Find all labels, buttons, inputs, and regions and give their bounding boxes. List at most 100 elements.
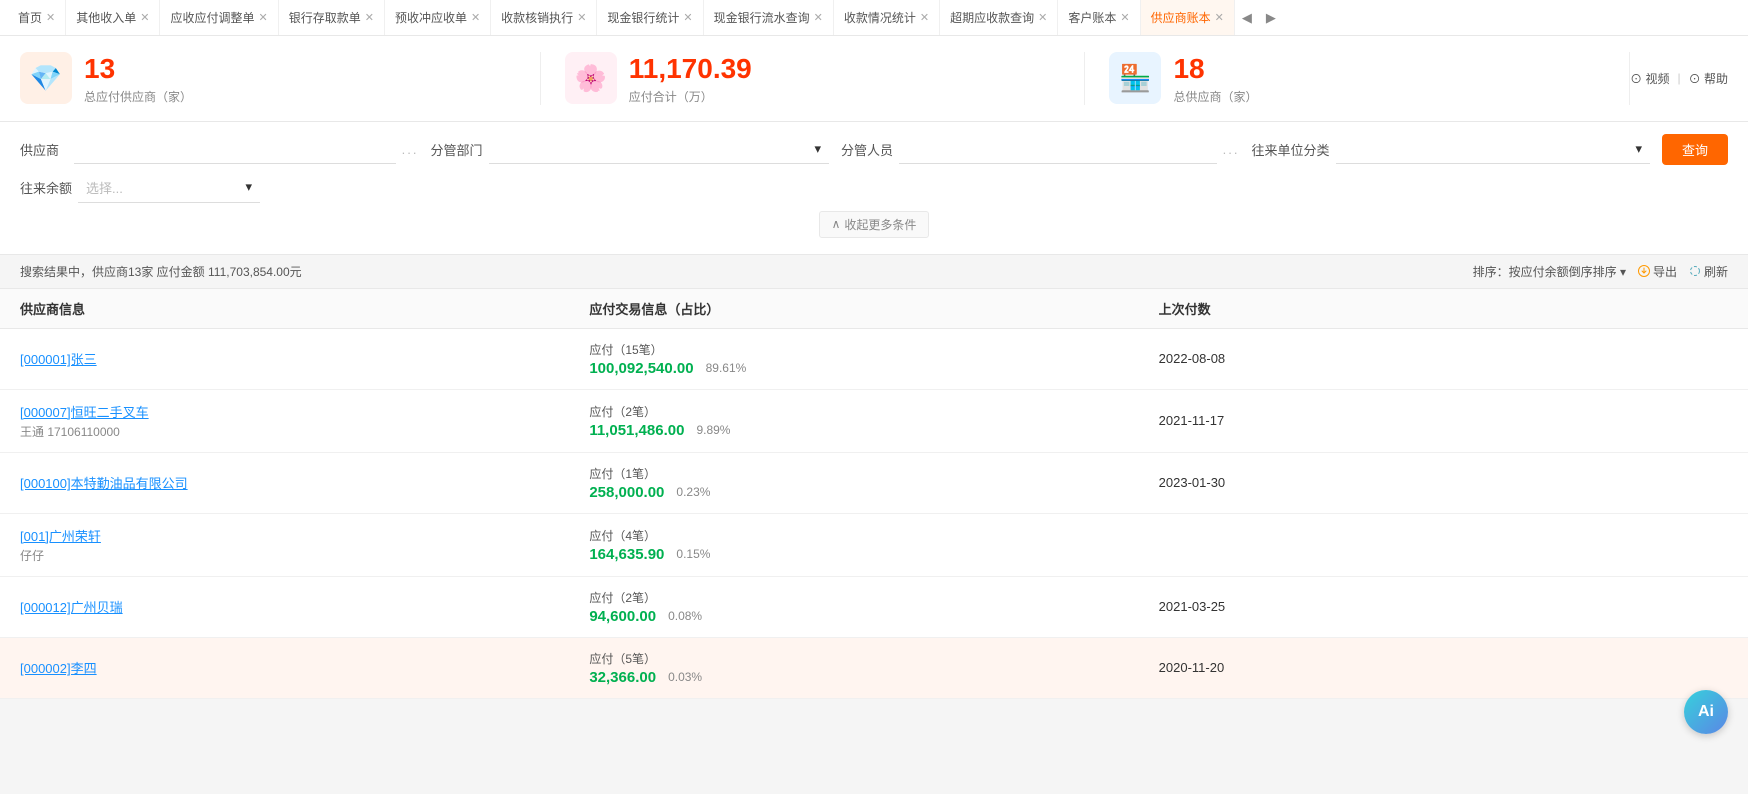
- supplier-cell-6: [000002]李四: [20, 658, 589, 677]
- nav-next-arrow[interactable]: ▶: [1259, 0, 1283, 36]
- col-last-pay: 上次付数: [1159, 299, 1728, 318]
- tx-label-6: 应付（5笔）: [589, 650, 1158, 667]
- filter-person: 分管人员 ...: [841, 134, 1240, 164]
- nav-prev-arrow[interactable]: ◀: [1235, 0, 1259, 36]
- nav-tab-customer-account[interactable]: 客户账本 ✕: [1058, 0, 1140, 36]
- nav-tab-bank-deposit[interactable]: 银行存取款单 ✕: [279, 0, 385, 36]
- close-tab-collect-exec[interactable]: ✕: [577, 11, 586, 24]
- supplier-link-3[interactable]: [000100]本特勤油品有限公司: [20, 473, 589, 492]
- dept-select[interactable]: ▾: [489, 134, 829, 164]
- supplier-link-2[interactable]: [000007]恒旺二手叉车: [20, 402, 589, 421]
- nav-tab-cash-flow-query[interactable]: 现金银行流水查询 ✕: [704, 0, 834, 36]
- nav-tab-ap-adjust[interactable]: 应收应付调整单 ✕: [160, 0, 278, 36]
- close-tab-customer-account[interactable]: ✕: [1120, 11, 1129, 24]
- filter-row-2: 往来余额 选择... ▾: [20, 173, 1728, 203]
- filter-unit-class: 往来单位分类 ▾: [1252, 134, 1651, 164]
- filter-row-1: 供应商 ... 分管部门 ▾ 分管人员 ... 往来单位分类 ▾ 查询: [20, 134, 1728, 165]
- collapse-chevron-icon: ∧: [832, 217, 841, 231]
- result-summary: 搜索结果中，供应商13家 应付金额 111,703,854.00元: [20, 263, 302, 280]
- dept-label: 分管部门: [431, 140, 483, 159]
- tx-amount-1[interactable]: 100,092,540.00: [589, 360, 693, 377]
- person-dots[interactable]: ...: [1223, 142, 1240, 157]
- col-tx-info: 应付交易信息（占比）: [589, 299, 1158, 318]
- close-tab-ap-adjust[interactable]: ✕: [258, 11, 267, 24]
- supplier-cell-4: [001]广州荣轩 仔仔: [20, 526, 589, 564]
- supplier-label: 供应商: [20, 140, 68, 159]
- tx-percent-3: 0.23%: [676, 485, 710, 499]
- card-label-1: 总应付供应商（家）: [84, 88, 192, 105]
- tx-label-4: 应付（4笔）: [589, 527, 1158, 544]
- export-icon: [1638, 265, 1650, 277]
- tx-amount-2[interactable]: 11,051,486.00: [589, 422, 684, 439]
- nav-tab-cash-bank-stat[interactable]: 现金银行统计 ✕: [597, 0, 703, 36]
- close-tab-overdue-collect[interactable]: ✕: [1038, 11, 1047, 24]
- help-link[interactable]: ⊙ 帮助: [1689, 70, 1728, 87]
- close-tab-cash-bank-stat[interactable]: ✕: [683, 11, 692, 24]
- tx-label-5: 应付（2笔）: [589, 589, 1158, 606]
- tx-amount-3[interactable]: 258,000.00: [589, 484, 664, 501]
- close-tab-prepay-collect[interactable]: ✕: [471, 11, 480, 24]
- table-row: [000007]恒旺二手叉车 王通 17106110000 应付（2笔） 11,…: [0, 390, 1748, 453]
- query-button[interactable]: 查询: [1662, 134, 1728, 165]
- nav-tab-collect-exec[interactable]: 收款核销执行 ✕: [491, 0, 597, 36]
- col-supplier-info: 供应商信息: [20, 299, 589, 318]
- result-bar: 搜索结果中，供应商13家 应付金额 111,703,854.00元 排序：按应付…: [0, 255, 1748, 289]
- sort-dropdown-icon[interactable]: ▾: [1620, 265, 1626, 279]
- tx-amount-6[interactable]: 32,366.00: [589, 669, 656, 686]
- tx-cell-6: 应付（5笔） 32,366.00 0.03%: [589, 650, 1158, 686]
- card-label-2: 应付合计（万）: [629, 88, 752, 105]
- summary-card-1: 💎 13 总应付供应商（家）: [20, 52, 541, 105]
- supplier-link-4[interactable]: [001]广州荣轩: [20, 526, 589, 545]
- close-tab-collect-stat[interactable]: ✕: [920, 11, 929, 24]
- close-tab-other-income[interactable]: ✕: [140, 11, 149, 24]
- tx-cell-2: 应付（2笔） 11,051,486.00 9.89%: [589, 403, 1158, 439]
- supplier-link-5[interactable]: [000012]广州贝瑞: [20, 597, 589, 616]
- nav-tab-other-income[interactable]: 其他收入单 ✕: [66, 0, 160, 36]
- supplier-cell-2: [000007]恒旺二手叉车 王通 17106110000: [20, 402, 589, 440]
- card-label-3: 总供应商（家）: [1173, 88, 1257, 105]
- close-tab-cash-flow-query[interactable]: ✕: [814, 11, 823, 24]
- tx-percent-6: 0.03%: [668, 670, 702, 684]
- export-button[interactable]: 导出: [1638, 263, 1677, 280]
- supplier-sub-2: 王通 17106110000: [20, 423, 589, 440]
- balance-select[interactable]: 选择... ▾: [78, 173, 260, 203]
- supplier-link-6[interactable]: [000002]李四: [20, 658, 589, 677]
- tx-label-3: 应付（1笔）: [589, 465, 1158, 482]
- table-header: 供应商信息 应付交易信息（占比） 上次付数: [0, 289, 1748, 329]
- tx-label-1: 应付（15笔）: [589, 341, 1158, 358]
- refresh-icon: [1689, 265, 1701, 277]
- card-icon-3: 🏪: [1109, 52, 1161, 104]
- summary-bar: 💎 13 总应付供应商（家） 🌸 11,170.39 应付合计（万） 🏪 18 …: [0, 36, 1748, 122]
- summary-card-3: 🏪 18 总供应商（家）: [1085, 52, 1630, 105]
- collapse-button[interactable]: ∧ 收起更多条件: [819, 211, 930, 238]
- unit-class-select[interactable]: ▾: [1336, 134, 1650, 164]
- close-tab-bank-deposit[interactable]: ✕: [365, 11, 374, 24]
- close-tab-supplier-account[interactable]: ✕: [1215, 11, 1224, 24]
- last-pay-3: 2023-01-30: [1159, 475, 1728, 490]
- supplier-input[interactable]: [74, 134, 396, 164]
- supplier-dots[interactable]: ...: [402, 142, 419, 157]
- ai-badge[interactable]: Ai: [1684, 690, 1728, 734]
- filter-supplier: 供应商 ...: [20, 134, 419, 164]
- summary-card-2: 🌸 11,170.39 应付合计（万）: [541, 52, 1086, 105]
- collapse-container: ∧ 收起更多条件: [20, 211, 1728, 238]
- supplier-link-1[interactable]: [000001]张三: [20, 349, 589, 368]
- tx-amount-4[interactable]: 164,635.90: [589, 546, 664, 563]
- person-input[interactable]: [899, 134, 1217, 164]
- last-pay-5: 2021-03-25: [1159, 599, 1728, 614]
- nav-tab-prepay-collect[interactable]: 预收冲应收单 ✕: [385, 0, 491, 36]
- nav-tab-supplier-account[interactable]: 供应商账本 ✕: [1141, 0, 1235, 36]
- filter-balance: 往来余额 选择... ▾: [20, 173, 260, 203]
- tx-amount-5[interactable]: 94,600.00: [589, 608, 656, 625]
- tx-percent-4: 0.15%: [676, 547, 710, 561]
- refresh-button[interactable]: 刷新: [1689, 263, 1728, 280]
- table-row: [000001]张三 应付（15笔） 100,092,540.00 89.61%…: [0, 329, 1748, 390]
- top-nav: 首页 ✕ 其他收入单 ✕ 应收应付调整单 ✕ 银行存取款单 ✕ 预收冲应收单 ✕…: [0, 0, 1748, 36]
- nav-tab-collect-stat[interactable]: 收款情况统计 ✕: [834, 0, 940, 36]
- nav-tab-home[interactable]: 首页 ✕: [8, 0, 66, 36]
- nav-tab-overdue-collect[interactable]: 超期应收款查询 ✕: [940, 0, 1058, 36]
- tx-cell-5: 应付（2笔） 94,600.00 0.08%: [589, 589, 1158, 625]
- close-tab-home[interactable]: ✕: [46, 11, 55, 24]
- table-row: [001]广州荣轩 仔仔 应付（4笔） 164,635.90 0.15%: [0, 514, 1748, 577]
- video-link[interactable]: ⊙ 视频: [1630, 70, 1669, 87]
